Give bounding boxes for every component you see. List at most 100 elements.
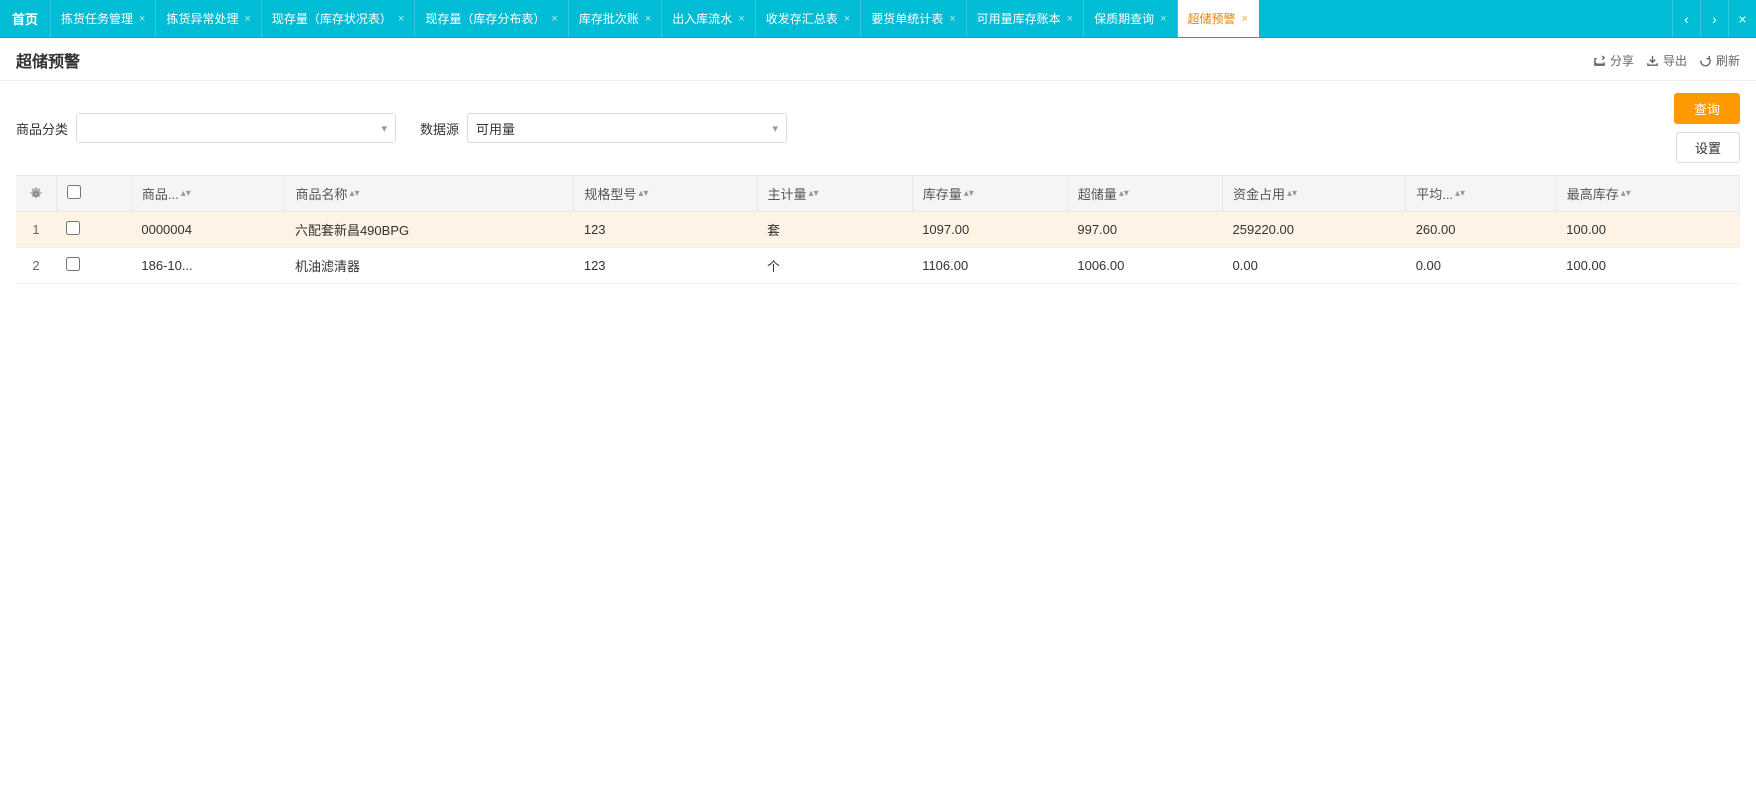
close-icon[interactable]: ×: [738, 13, 744, 25]
refresh-button[interactable]: 刷新: [1699, 52, 1740, 69]
th-stock[interactable]: 库存量 ▴▾: [912, 176, 1067, 212]
row-max-stock: 100.00: [1556, 212, 1739, 248]
share-button[interactable]: 分享: [1593, 52, 1634, 69]
sort-icon: ▴▾: [964, 189, 974, 199]
refresh-icon: [1699, 54, 1712, 67]
filter-actions: 查询 设置: [1674, 93, 1740, 163]
sort-icon: ▴▾: [181, 189, 191, 199]
sort-icon: ▴▾: [1621, 189, 1631, 199]
nav-tab-shofacun[interactable]: 收发存汇总表 ×: [756, 0, 861, 37]
close-icon[interactable]: ×: [844, 13, 850, 25]
row-product-name: 六配套新昌490BPG: [285, 212, 574, 248]
close-icon[interactable]: ×: [398, 13, 404, 25]
row-stock: 1106.00: [912, 248, 1067, 284]
th-overstock[interactable]: 超储量 ▴▾: [1067, 176, 1222, 212]
table-body: 1 0000004 六配套新昌490BPG 123 套 1097.00 997.…: [16, 212, 1740, 284]
row-avg: 260.00: [1406, 212, 1557, 248]
table-header-row: 商品... ▴▾ 商品名称 ▴▾ 规格型号 ▴▾: [16, 176, 1740, 212]
row-checkbox-cell[interactable]: [56, 248, 131, 284]
page-header: 超储预警 分享 导出 刷新: [0, 38, 1756, 81]
datasource-select-value: 可用量: [476, 119, 515, 138]
datasource-label: 数据源: [420, 119, 459, 138]
nav-close-btn[interactable]: ×: [1728, 0, 1756, 37]
export-button[interactable]: 导出: [1646, 52, 1687, 69]
sort-icon: ▴▾: [1455, 189, 1465, 199]
chevron-down-icon: ▾: [773, 122, 779, 135]
query-button[interactable]: 查询: [1674, 93, 1740, 124]
row-overstock: 1006.00: [1067, 248, 1222, 284]
table-wrapper: 商品... ▴▾ 商品名称 ▴▾ 规格型号 ▴▾: [0, 175, 1756, 300]
th-capital[interactable]: 资金占用 ▴▾: [1223, 176, 1406, 212]
page-container: 超储预警 分享 导出 刷新 商品: [0, 38, 1756, 800]
select-all-checkbox[interactable]: [67, 185, 81, 199]
nav-tab-chaochuyujing[interactable]: 超储预警 ×: [1178, 0, 1259, 37]
gear-icon: [29, 187, 43, 201]
table-row: 2 186-10... 机油滤清器 123 个 1106.00 1006.00 …: [16, 248, 1740, 284]
close-icon[interactable]: ×: [949, 13, 955, 25]
category-select[interactable]: ▾: [76, 113, 396, 143]
close-icon[interactable]: ×: [244, 13, 250, 25]
close-icon[interactable]: ×: [1067, 13, 1073, 25]
data-table: 商品... ▴▾ 商品名称 ▴▾ 规格型号 ▴▾: [16, 175, 1740, 284]
row-overstock: 997.00: [1067, 212, 1222, 248]
th-product-code[interactable]: 商品... ▴▾: [131, 176, 285, 212]
datasource-select[interactable]: 可用量 ▾: [467, 113, 787, 143]
th-unit[interactable]: 主计量 ▴▾: [757, 176, 912, 212]
sort-icon: ▴▾: [1287, 189, 1297, 199]
row-capital: 259220.00: [1223, 212, 1406, 248]
sort-icon: ▴▾: [1119, 189, 1129, 199]
header-actions: 分享 导出 刷新: [1593, 52, 1740, 69]
nav-tab-keyongliang[interactable]: 可用量库存账本 ×: [967, 0, 1084, 37]
close-icon[interactable]: ×: [139, 13, 145, 25]
nav-tab-baozhiqi[interactable]: 保质期查询 ×: [1084, 0, 1177, 37]
th-checkbox[interactable]: [56, 176, 131, 212]
row-unit: 套: [757, 212, 912, 248]
row-index: 1: [16, 212, 56, 248]
row-index: 2: [16, 248, 56, 284]
th-spec[interactable]: 规格型号 ▴▾: [574, 176, 757, 212]
nav-tab-xiancunliang1[interactable]: 现存量（库存状况表） ×: [262, 0, 415, 37]
share-icon: [1593, 54, 1606, 67]
row-capital: 0.00: [1223, 248, 1406, 284]
settings-button[interactable]: 设置: [1676, 132, 1740, 163]
row-spec: 123: [574, 248, 757, 284]
nav-prev-btn[interactable]: ‹: [1672, 0, 1700, 37]
row-checkbox-cell[interactable]: [56, 212, 131, 248]
close-icon[interactable]: ×: [1160, 13, 1166, 25]
th-avg[interactable]: 平均... ▴▾: [1406, 176, 1557, 212]
row-checkbox[interactable]: [66, 221, 80, 235]
category-filter-group: 商品分类 ▾: [16, 113, 396, 143]
filter-row: 商品分类 ▾ 数据源 可用量 ▾ 查询 设置: [0, 81, 1756, 175]
nav-tab-yaohuo[interactable]: 要货单统计表 ×: [861, 0, 966, 37]
sort-icon: ▴▾: [809, 189, 819, 199]
row-unit: 个: [757, 248, 912, 284]
nav-tab-jianhuoyichang[interactable]: 拣货异常处理 ×: [156, 0, 261, 37]
close-icon[interactable]: ×: [645, 13, 651, 25]
row-max-stock: 100.00: [1556, 248, 1739, 284]
chevron-down-icon: ▾: [381, 122, 387, 135]
export-icon: [1646, 54, 1659, 67]
nav-next-btn[interactable]: ›: [1700, 0, 1728, 37]
page-title: 超储预警: [16, 48, 80, 72]
close-icon[interactable]: ×: [551, 13, 557, 25]
row-product-code: 0000004: [131, 212, 285, 248]
row-avg: 0.00: [1406, 248, 1557, 284]
row-stock: 1097.00: [912, 212, 1067, 248]
th-product-name[interactable]: 商品名称 ▴▾: [285, 176, 574, 212]
top-nav: 首页 拣货任务管理 × 拣货异常处理 × 现存量（库存状况表） × 现存量（库存…: [0, 0, 1756, 38]
nav-tab-xiancunliang2[interactable]: 现存量（库存分布表） ×: [415, 0, 568, 37]
row-checkbox[interactable]: [66, 257, 80, 271]
row-spec: 123: [574, 212, 757, 248]
th-max-stock[interactable]: 最高库存 ▴▾: [1556, 176, 1739, 212]
sort-icon: ▴▾: [638, 189, 648, 199]
datasource-filter-group: 数据源 可用量 ▾: [420, 113, 787, 143]
sort-icon: ▴▾: [349, 189, 359, 199]
nav-tab-churuku[interactable]: 出入库流水 ×: [662, 0, 755, 37]
nav-tab-jianhuorenwu[interactable]: 拣货任务管理 ×: [51, 0, 156, 37]
close-icon[interactable]: ×: [1242, 13, 1248, 25]
nav-tab-kucunpici[interactable]: 库存批次账 ×: [569, 0, 662, 37]
th-settings[interactable]: [16, 176, 56, 212]
table-row: 1 0000004 六配套新昌490BPG 123 套 1097.00 997.…: [16, 212, 1740, 248]
nav-home[interactable]: 首页: [0, 0, 51, 37]
nav-arrows: ‹ › ×: [1672, 0, 1756, 37]
